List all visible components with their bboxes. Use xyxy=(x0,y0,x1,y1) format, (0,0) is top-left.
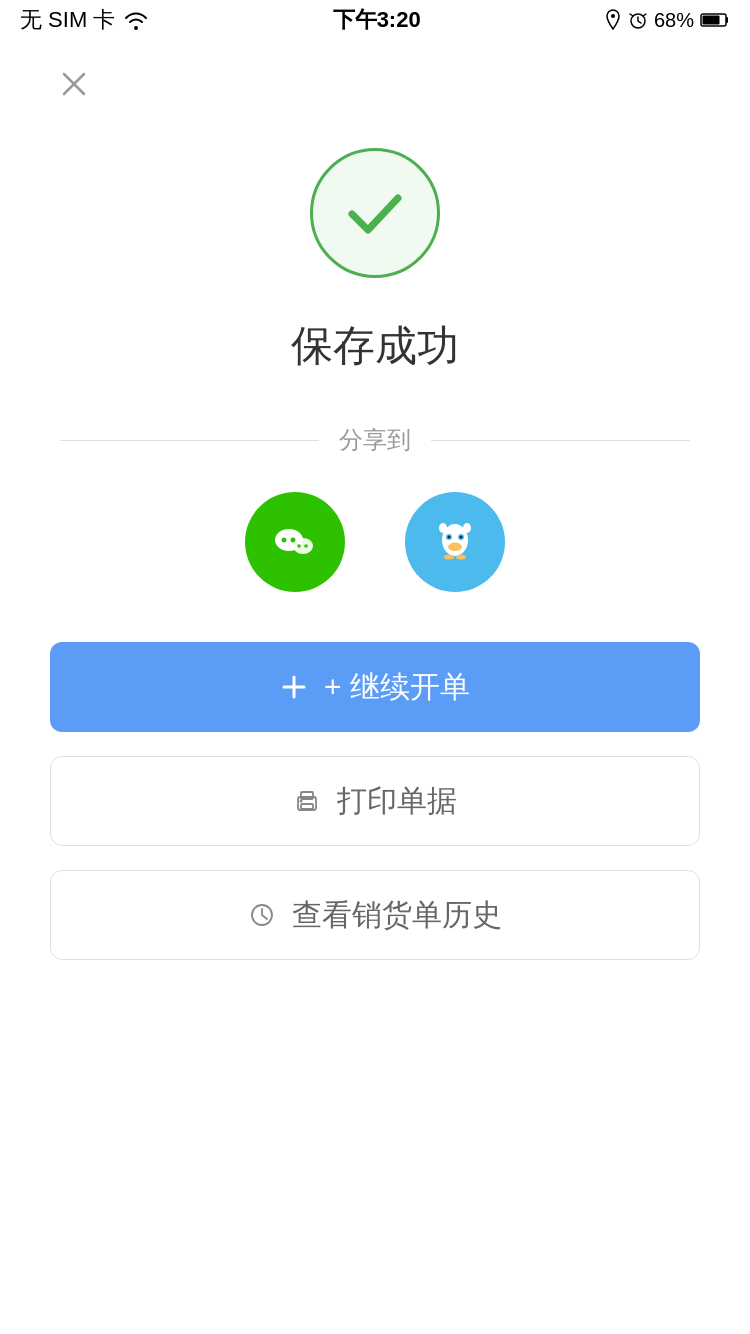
svg-point-18 xyxy=(450,543,460,548)
alarm-icon xyxy=(628,9,648,31)
svg-point-10 xyxy=(297,544,301,548)
svg-point-15 xyxy=(448,536,451,539)
no-sim-text: 无 SIM 卡 xyxy=(20,5,115,35)
svg-point-28 xyxy=(300,800,303,803)
print-button[interactable]: 打印单据 xyxy=(50,756,700,846)
continue-order-button[interactable]: + 继续开单 xyxy=(50,642,700,732)
divider-line-right xyxy=(431,440,690,441)
svg-point-20 xyxy=(456,555,466,560)
print-label: 打印单据 xyxy=(337,781,457,822)
action-buttons: + 继续开单 打印单据 查看销货单历史 xyxy=(0,642,750,960)
share-icons xyxy=(245,492,505,592)
share-label: 分享到 xyxy=(339,424,411,456)
wifi-icon xyxy=(123,10,149,30)
svg-point-22 xyxy=(463,523,471,533)
svg-point-19 xyxy=(444,555,454,560)
print-icon xyxy=(293,787,321,815)
wechat-icon xyxy=(265,512,325,572)
svg-point-11 xyxy=(304,544,308,548)
battery-percent: 68% xyxy=(654,9,694,32)
svg-point-0 xyxy=(611,14,615,18)
success-icon-circle xyxy=(310,148,440,278)
svg-rect-27 xyxy=(301,804,313,809)
qq-share-button[interactable] xyxy=(405,492,505,592)
svg-rect-3 xyxy=(702,16,719,25)
plus-icon xyxy=(280,673,308,701)
history-button[interactable]: 查看销货单历史 xyxy=(50,870,700,960)
qq-icon xyxy=(425,512,485,572)
main-content: 保存成功 分享到 xyxy=(0,88,750,1334)
location-icon xyxy=(604,9,622,31)
success-title: 保存成功 xyxy=(291,318,459,374)
status-left: 无 SIM 卡 xyxy=(20,5,149,35)
status-right: 68% xyxy=(604,9,730,32)
status-time: 下午3:20 xyxy=(333,5,421,35)
continue-order-label: + 继续开单 xyxy=(324,667,470,708)
history-label: 查看销货单历史 xyxy=(292,895,502,936)
share-section: 分享到 xyxy=(0,424,750,592)
checkmark-icon xyxy=(340,178,410,248)
history-icon xyxy=(248,901,276,929)
svg-point-16 xyxy=(460,536,463,539)
status-bar: 无 SIM 卡 下午3:20 68% xyxy=(0,0,750,40)
battery-icon xyxy=(700,12,730,28)
svg-point-7 xyxy=(282,538,287,543)
svg-point-21 xyxy=(439,523,447,533)
svg-rect-26 xyxy=(301,792,313,799)
divider-line-left xyxy=(60,440,319,441)
wechat-share-button[interactable] xyxy=(245,492,345,592)
share-divider: 分享到 xyxy=(0,424,750,456)
svg-point-9 xyxy=(293,538,313,554)
close-button[interactable] xyxy=(50,60,98,108)
